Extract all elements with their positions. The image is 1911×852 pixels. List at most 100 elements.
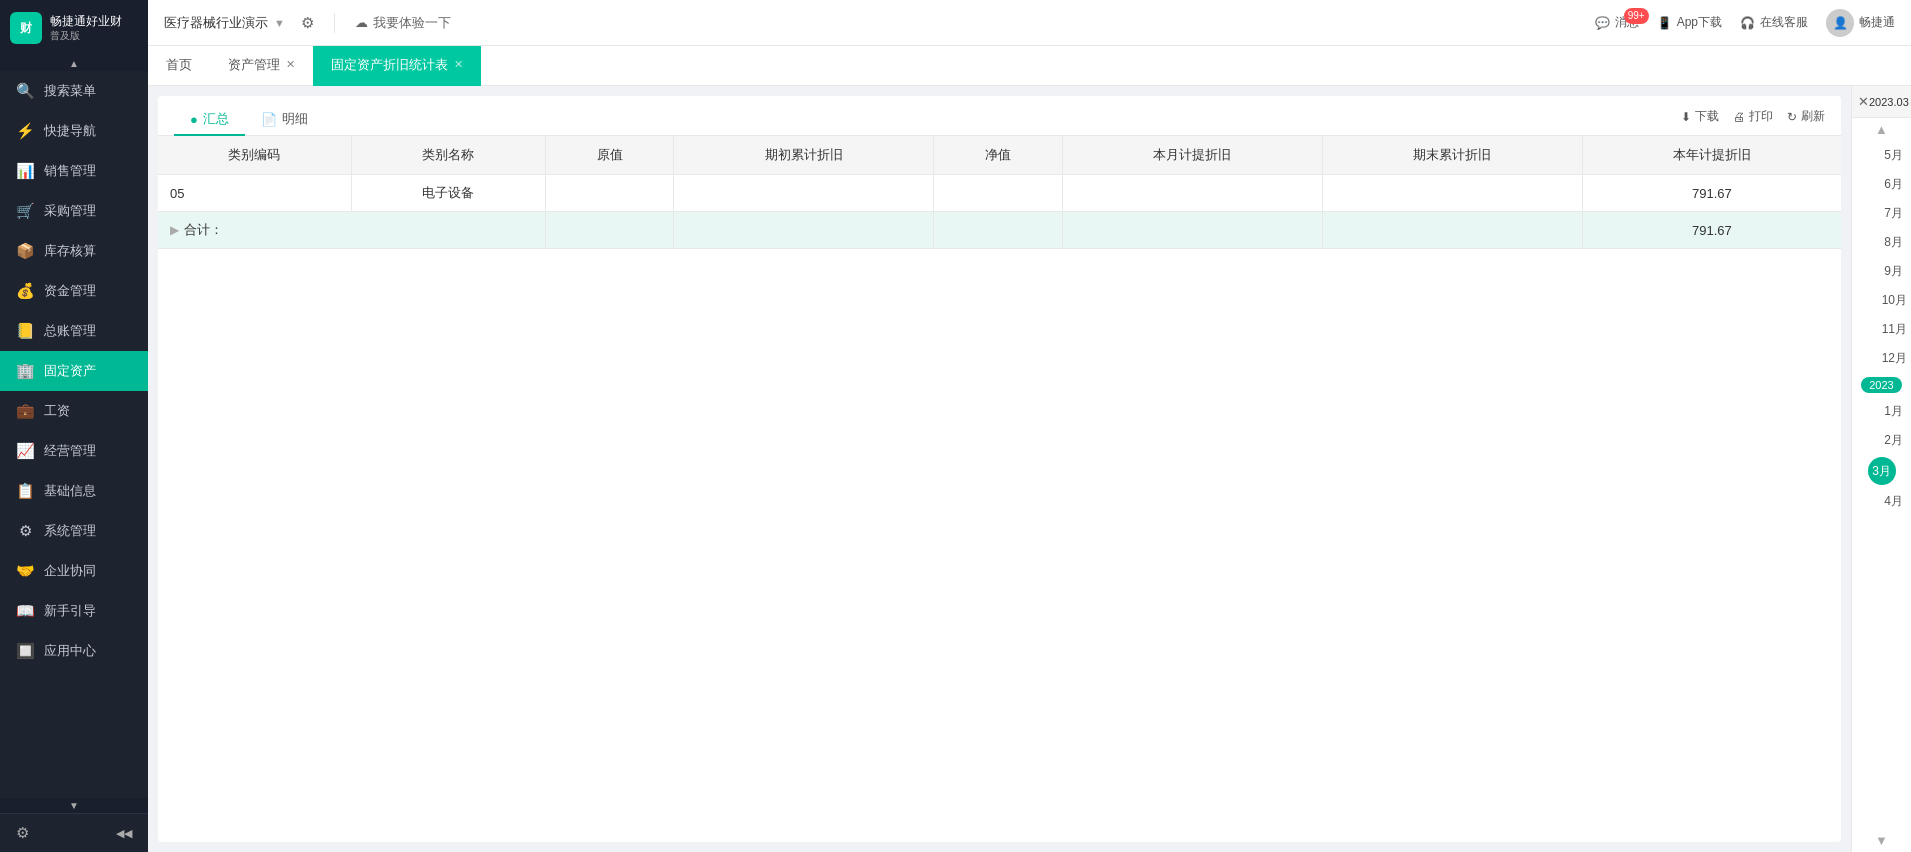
basic-info-icon: 📋 — [16, 482, 34, 500]
month-item-7[interactable]: 7月 — [1852, 199, 1911, 228]
download-btn[interactable]: ⬇ 下载 — [1681, 108, 1719, 125]
date-panel-down-btn[interactable]: ▼ — [1852, 829, 1911, 852]
sales-icon: 📊 — [16, 162, 34, 180]
month-item-5[interactable]: 5月 — [1852, 141, 1911, 170]
sidebar-item-guide[interactable]: 📖 新手引导 — [0, 591, 148, 631]
salary-icon: 💼 — [16, 402, 34, 420]
table-row[interactable]: 05 电子设备 791.67 — [158, 175, 1841, 212]
sidebar-item-label: 快捷导航 — [44, 122, 96, 140]
sidebar-item-search[interactable]: 🔍 搜索菜单 — [0, 71, 148, 111]
topbar-right: 💬 消息 99+ 📱 App下载 🎧 在线客服 👤 畅捷通 — [1595, 9, 1895, 37]
month-item-2[interactable]: 2月 — [1852, 426, 1911, 455]
user-menu[interactable]: 👤 畅捷通 — [1826, 9, 1895, 37]
summary-tab-icon: ● — [190, 112, 198, 127]
month-item-12[interactable]: 12月 — [1852, 344, 1911, 373]
sidebar-item-basic-info[interactable]: 📋 基础信息 — [0, 471, 148, 511]
sidebar-item-sales[interactable]: 📊 销售管理 — [0, 151, 148, 191]
sidebar-nav: 🔍 搜索菜单 ⚡ 快捷导航 📊 销售管理 🛒 采购管理 📦 库存核算 💰 资金管… — [0, 71, 148, 798]
sub-tabs: ● 汇总 📄 明细 — [174, 104, 324, 135]
sub-tab-actions: ⬇ 下载 🖨 打印 ↻ 刷新 — [1681, 108, 1825, 131]
sidebar-item-label: 工资 — [44, 402, 70, 420]
refresh-icon: ↻ — [1787, 110, 1797, 124]
tab-depreciation-report-close[interactable]: ✕ — [454, 58, 463, 71]
sidebar-item-label: 总账管理 — [44, 322, 96, 340]
month-item-10[interactable]: 10月 — [1852, 286, 1911, 315]
sidebar-bottom: ⚙ ◀◀ — [0, 813, 148, 852]
month-item-11[interactable]: 11月 — [1852, 315, 1911, 344]
date-panel-close-btn[interactable]: ✕ — [1858, 94, 1869, 109]
topbar-settings-icon[interactable]: ⚙ — [301, 14, 314, 32]
sidebar-scroll-down[interactable]: ▼ — [0, 798, 148, 813]
detail-tab-icon: 📄 — [261, 112, 277, 127]
sub-tab-summary[interactable]: ● 汇总 — [174, 104, 245, 136]
sidebar-item-label: 系统管理 — [44, 522, 96, 540]
sidebar-item-finance[interactable]: 💰 资金管理 — [0, 271, 148, 311]
app-download-btn[interactable]: 📱 App下载 — [1657, 14, 1722, 31]
sidebar-item-inventory[interactable]: 📦 库存核算 — [0, 231, 148, 271]
sidebar-item-system[interactable]: ⚙ 系统管理 — [0, 511, 148, 551]
summary-expand-icon[interactable]: ▶ — [170, 223, 179, 237]
cell-annual-dep: 791.67 — [1582, 175, 1841, 212]
fixed-assets-icon: 🏢 — [16, 362, 34, 380]
notifications-badge: 99+ — [1624, 8, 1649, 24]
finance-icon: 💰 — [16, 282, 34, 300]
sidebar-item-purchase[interactable]: 🛒 采购管理 — [0, 191, 148, 231]
main-area: 医疗器械行业演示 ▼ ⚙ ☁ 我要体验一下 💬 消息 99+ 📱 App下载 🎧… — [148, 0, 1911, 852]
sidebar-item-operations[interactable]: 📈 经营管理 — [0, 431, 148, 471]
month-item-9[interactable]: 9月 — [1852, 257, 1911, 286]
col-header-name: 类别名称 — [351, 136, 545, 175]
tab-asset-mgmt[interactable]: 资产管理 ✕ — [210, 46, 313, 86]
experience-btn[interactable]: ☁ 我要体验一下 — [355, 14, 451, 32]
operations-icon: 📈 — [16, 442, 34, 460]
col-header-net-value: 净值 — [934, 136, 1063, 175]
company-selector[interactable]: 医疗器械行业演示 ▼ — [164, 14, 285, 32]
tab-asset-mgmt-close[interactable]: ✕ — [286, 58, 295, 71]
sidebar-item-label: 企业协同 — [44, 562, 96, 580]
sidebar-item-ledger[interactable]: 📒 总账管理 — [0, 311, 148, 351]
app-logo-icon: 财 — [10, 12, 42, 44]
summary-original — [545, 212, 674, 249]
col-header-closing-dep: 期末累计折旧 — [1322, 136, 1582, 175]
online-support-btn[interactable]: 🎧 在线客服 — [1740, 14, 1808, 31]
tab-depreciation-report[interactable]: 固定资产折旧统计表 ✕ — [313, 46, 481, 86]
sidebar-item-fixed-assets[interactable]: 🏢 固定资产 — [0, 351, 148, 391]
company-dropdown-arrow: ▼ — [274, 17, 285, 29]
month-item-4[interactable]: 4月 — [1852, 487, 1911, 516]
notifications-btn[interactable]: 💬 消息 99+ — [1595, 14, 1639, 31]
username-label: 畅捷通 — [1859, 14, 1895, 31]
sub-tab-detail[interactable]: 📄 明细 — [245, 104, 324, 136]
sidebar-item-salary[interactable]: 💼 工资 — [0, 391, 148, 431]
sidebar-scroll-up[interactable]: ▲ — [0, 56, 148, 71]
sidebar-item-app-center[interactable]: 🔲 应用中心 — [0, 631, 148, 671]
date-panel-up-btn[interactable]: ▲ — [1852, 118, 1911, 141]
sidebar-item-quick-nav[interactable]: ⚡ 快捷导航 — [0, 111, 148, 151]
sidebar-item-label: 基础信息 — [44, 482, 96, 500]
month-item-3-active[interactable]: 3月 — [1852, 457, 1911, 485]
col-header-original: 原值 — [545, 136, 674, 175]
sidebar-item-label: 资金管理 — [44, 282, 96, 300]
month-item-1[interactable]: 1月 — [1852, 397, 1911, 426]
sidebar-item-label: 经营管理 — [44, 442, 96, 460]
company-name: 医疗器械行业演示 — [164, 14, 268, 32]
tab-depreciation-report-label: 固定资产折旧统计表 — [331, 56, 448, 74]
notifications-icon: 💬 — [1595, 16, 1610, 30]
system-icon: ⚙ — [16, 522, 34, 540]
cell-name: 电子设备 — [351, 175, 545, 212]
print-btn[interactable]: 🖨 打印 — [1733, 108, 1773, 125]
sidebar-item-cooperation[interactable]: 🤝 企业协同 — [0, 551, 148, 591]
app-logo-text: 畅捷通好业财 普及版 — [50, 13, 122, 44]
table-container: 类别编码 类别名称 原值 期初累计折旧 净值 本月计提折旧 期末累计折旧 本年计… — [158, 136, 1841, 842]
settings-bottom-icon[interactable]: ⚙ — [16, 824, 29, 842]
month-item-6[interactable]: 6月 — [1852, 170, 1911, 199]
tab-home[interactable]: 首页 — [148, 46, 210, 86]
download-icon: ⬇ — [1681, 110, 1691, 124]
sidebar-item-label: 新手引导 — [44, 602, 96, 620]
cell-monthly-dep — [1063, 175, 1323, 212]
collapse-sidebar-btn[interactable]: ◀◀ — [116, 827, 132, 840]
summary-row: ▶ 合计： 791.67 — [158, 212, 1841, 249]
tab-asset-mgmt-label: 资产管理 — [228, 56, 280, 74]
month-item-8[interactable]: 8月 — [1852, 228, 1911, 257]
refresh-btn[interactable]: ↻ 刷新 — [1787, 108, 1825, 125]
summary-label-text: 合计： — [184, 221, 223, 239]
sub-tab-detail-label: 明细 — [282, 110, 308, 128]
